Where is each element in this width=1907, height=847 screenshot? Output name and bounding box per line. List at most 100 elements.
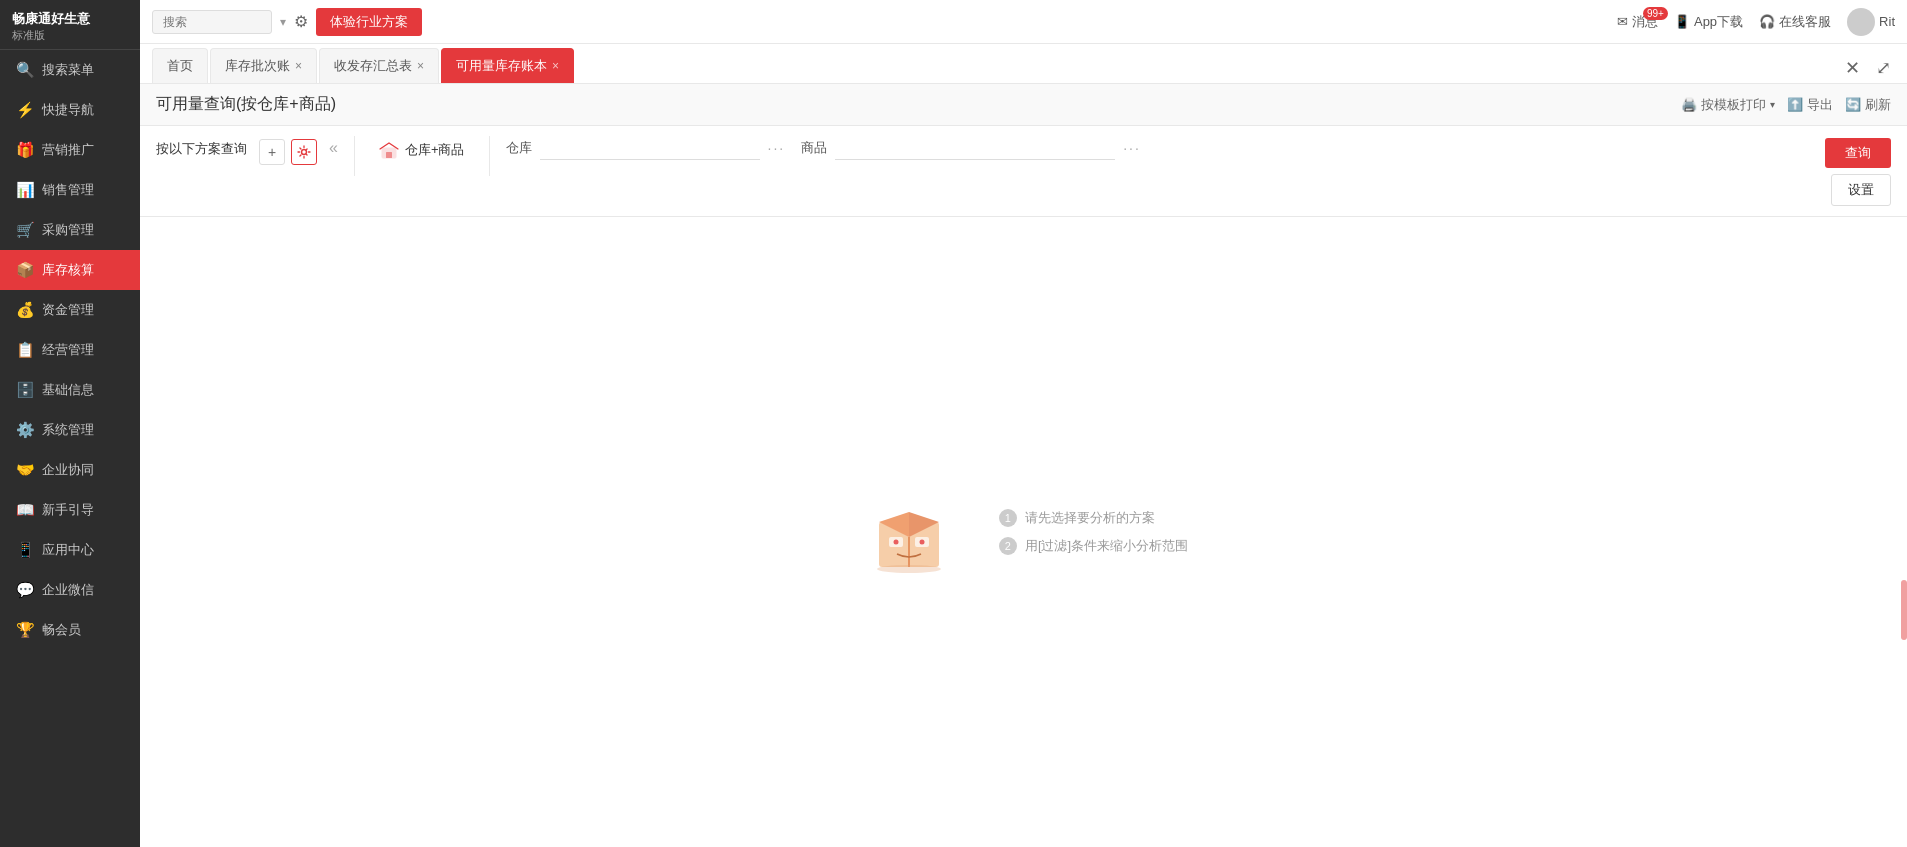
sidebar-item-label: 库存核算 (42, 261, 94, 279)
filter-area: 按以下方案查询 + « 仓库+商品 (140, 126, 1907, 217)
tab-summary-close[interactable]: × (417, 59, 424, 73)
sidebar-item-finance[interactable]: 💰 资金管理 (0, 290, 140, 330)
sidebar-item-label: 营销推广 (42, 141, 94, 159)
headset-icon: 🎧 (1759, 14, 1775, 29)
brand-title: 畅康通好生意 (12, 10, 128, 28)
refresh-action[interactable]: 🔄 刷新 (1845, 96, 1891, 114)
divider2 (489, 136, 490, 176)
svg-point-9 (877, 565, 941, 573)
tab-summary-label: 收发存汇总表 (334, 57, 412, 75)
filter-label: 按以下方案查询 (156, 136, 247, 158)
empty-hints: 1 请先选择要分析的方案 2 用[过滤]条件来缩小分析范围 (999, 509, 1188, 555)
appcenter-icon: 📱 (16, 541, 34, 559)
empty-hint-1: 1 请先选择要分析的方案 (999, 509, 1188, 527)
sidebar-item-basic[interactable]: 🗄️ 基础信息 (0, 370, 140, 410)
goods-input[interactable] (835, 136, 1115, 160)
sidebar-item-label: 经营管理 (42, 341, 94, 359)
warehouse-input[interactable] (540, 136, 760, 160)
query-button[interactable]: 查询 (1825, 138, 1891, 168)
tab-summary[interactable]: 收发存汇总表 × (319, 48, 439, 83)
goods-field: 商品 ··· (801, 136, 1141, 160)
export-action[interactable]: ⬆️ 导出 (1787, 96, 1833, 114)
topbar: ▾ ⚙ 体验行业方案 ✉ 消息 99+ 📱 App下载 🎧 在线客服 Rit (140, 0, 1907, 44)
goods-more-icon[interactable]: ··· (1123, 140, 1141, 156)
app-download-button[interactable]: 📱 App下载 (1674, 13, 1743, 31)
wechat-icon: 💬 (16, 581, 34, 599)
settings-scheme-button[interactable] (291, 139, 317, 165)
finance-icon: 💰 (16, 301, 34, 319)
sidebar-item-member[interactable]: 🏆 畅会员 (0, 610, 140, 650)
sidebar-item-system[interactable]: ⚙️ 系统管理 (0, 410, 140, 450)
sidebar-item-newuser[interactable]: 📖 新手引导 (0, 490, 140, 530)
settings-button[interactable]: 设置 (1831, 174, 1891, 206)
shortcut-icon: ⚡ (16, 101, 34, 119)
sidebar-item-label: 企业协同 (42, 461, 94, 479)
print-label: 按模板打印 (1701, 96, 1766, 114)
collapse-icon[interactable]: « (329, 136, 338, 157)
sidebar-item-label: 采购管理 (42, 221, 94, 239)
sidebar-scroll: 🔍 搜索菜单 ⚡ 快捷导航 🎁 营销推广 📊 销售管理 🛒 采购管理 📦 库存核… (0, 50, 140, 847)
tab-batch-label: 库存批次账 (225, 57, 290, 75)
trial-button[interactable]: 体验行业方案 (316, 8, 422, 36)
avatar (1847, 8, 1875, 36)
page-title: 可用量查询(按仓库+商品) (156, 94, 336, 115)
gear-icon[interactable]: ⚙ (294, 12, 308, 31)
online-support-button[interactable]: 🎧 在线客服 (1759, 13, 1831, 31)
search-input[interactable] (152, 10, 272, 34)
refresh-icon: 🔄 (1845, 97, 1861, 112)
sidebar-item-inventory[interactable]: 📦 库存核算 (0, 250, 140, 290)
sidebar-item-label: 销售管理 (42, 181, 94, 199)
filter-row-1: 仓库 ··· 商品 ··· (506, 136, 1814, 160)
scroll-handle[interactable] (1901, 580, 1907, 640)
tab-batch-close[interactable]: × (295, 59, 302, 73)
basic-icon: 🗄️ (16, 381, 34, 399)
add-scheme-button[interactable]: + (259, 139, 285, 165)
warehouse-more-icon[interactable]: ··· (768, 140, 786, 156)
app-download-label: App下载 (1694, 13, 1743, 31)
newuser-icon: 📖 (16, 501, 34, 519)
scheme-warehouse-icon (379, 140, 399, 160)
expand-tab-button[interactable]: ⤢ (1872, 53, 1895, 83)
filter-submit-area: 查询 设置 (1825, 136, 1891, 206)
print-action[interactable]: 🖨️ 按模板打印 ▾ (1681, 96, 1775, 114)
sidebar-item-wechat[interactable]: 💬 企业微信 (0, 570, 140, 610)
export-icon: ⬆️ (1787, 97, 1803, 112)
hint-num-1: 1 (999, 509, 1017, 527)
online-support-label: 在线客服 (1779, 13, 1831, 31)
sidebar-item-shortcut[interactable]: ⚡ 快捷导航 (0, 90, 140, 130)
mobile-icon: 📱 (1674, 14, 1690, 29)
sidebar-item-purchase[interactable]: 🛒 采购管理 (0, 210, 140, 250)
hint-num-2: 2 (999, 537, 1017, 555)
sidebar-item-appcenter[interactable]: 📱 应用中心 (0, 530, 140, 570)
marketing-icon: 🎁 (16, 141, 34, 159)
sidebar-item-operations[interactable]: 📋 经营管理 (0, 330, 140, 370)
sidebar-item-label: 新手引导 (42, 501, 94, 519)
user-menu[interactable]: Rit (1847, 8, 1895, 36)
hint-text-1: 请先选择要分析的方案 (1025, 509, 1155, 527)
sidebar-item-search[interactable]: 🔍 搜索菜单 (0, 50, 140, 90)
tab-available-close[interactable]: × (552, 59, 559, 73)
tabbar: 首页 库存批次账 × 收发存汇总表 × 可用量库存账本 × ✕ ⤢ (140, 44, 1907, 84)
message-button[interactable]: ✉ 消息 99+ (1617, 13, 1658, 31)
brand-sub: 标准版 (12, 28, 128, 43)
sidebar-item-enterprise[interactable]: 🤝 企业协同 (0, 450, 140, 490)
goods-label: 商品 (801, 139, 827, 157)
user-name: Rit (1879, 14, 1895, 29)
tab-home[interactable]: 首页 (152, 48, 208, 83)
close-tab-button[interactable]: ✕ (1841, 53, 1864, 83)
tab-available[interactable]: 可用量库存账本 × (441, 48, 574, 83)
divider (354, 136, 355, 176)
empty-box-svg (859, 482, 959, 582)
scheme-item-warehouse-goods[interactable]: 仓库+商品 (371, 136, 473, 164)
page-actions: 🖨️ 按模板打印 ▾ ⬆️ 导出 🔄 刷新 (1681, 96, 1891, 114)
sidebar-item-marketing[interactable]: 🎁 营销推广 (0, 130, 140, 170)
search-dropdown-icon[interactable]: ▾ (280, 15, 286, 29)
sidebar-item-label: 企业微信 (42, 581, 94, 599)
operations-icon: 📋 (16, 341, 34, 359)
print-dropdown-icon[interactable]: ▾ (1770, 99, 1775, 110)
sidebar: 畅康通好生意 标准版 🔍 搜索菜单 ⚡ 快捷导航 🎁 营销推广 📊 销售管理 🛒… (0, 0, 140, 847)
tab-batch[interactable]: 库存批次账 × (210, 48, 317, 83)
sidebar-item-sales[interactable]: 📊 销售管理 (0, 170, 140, 210)
brand: 畅康通好生意 标准版 (0, 0, 140, 50)
settings-scheme-icon (297, 145, 311, 159)
